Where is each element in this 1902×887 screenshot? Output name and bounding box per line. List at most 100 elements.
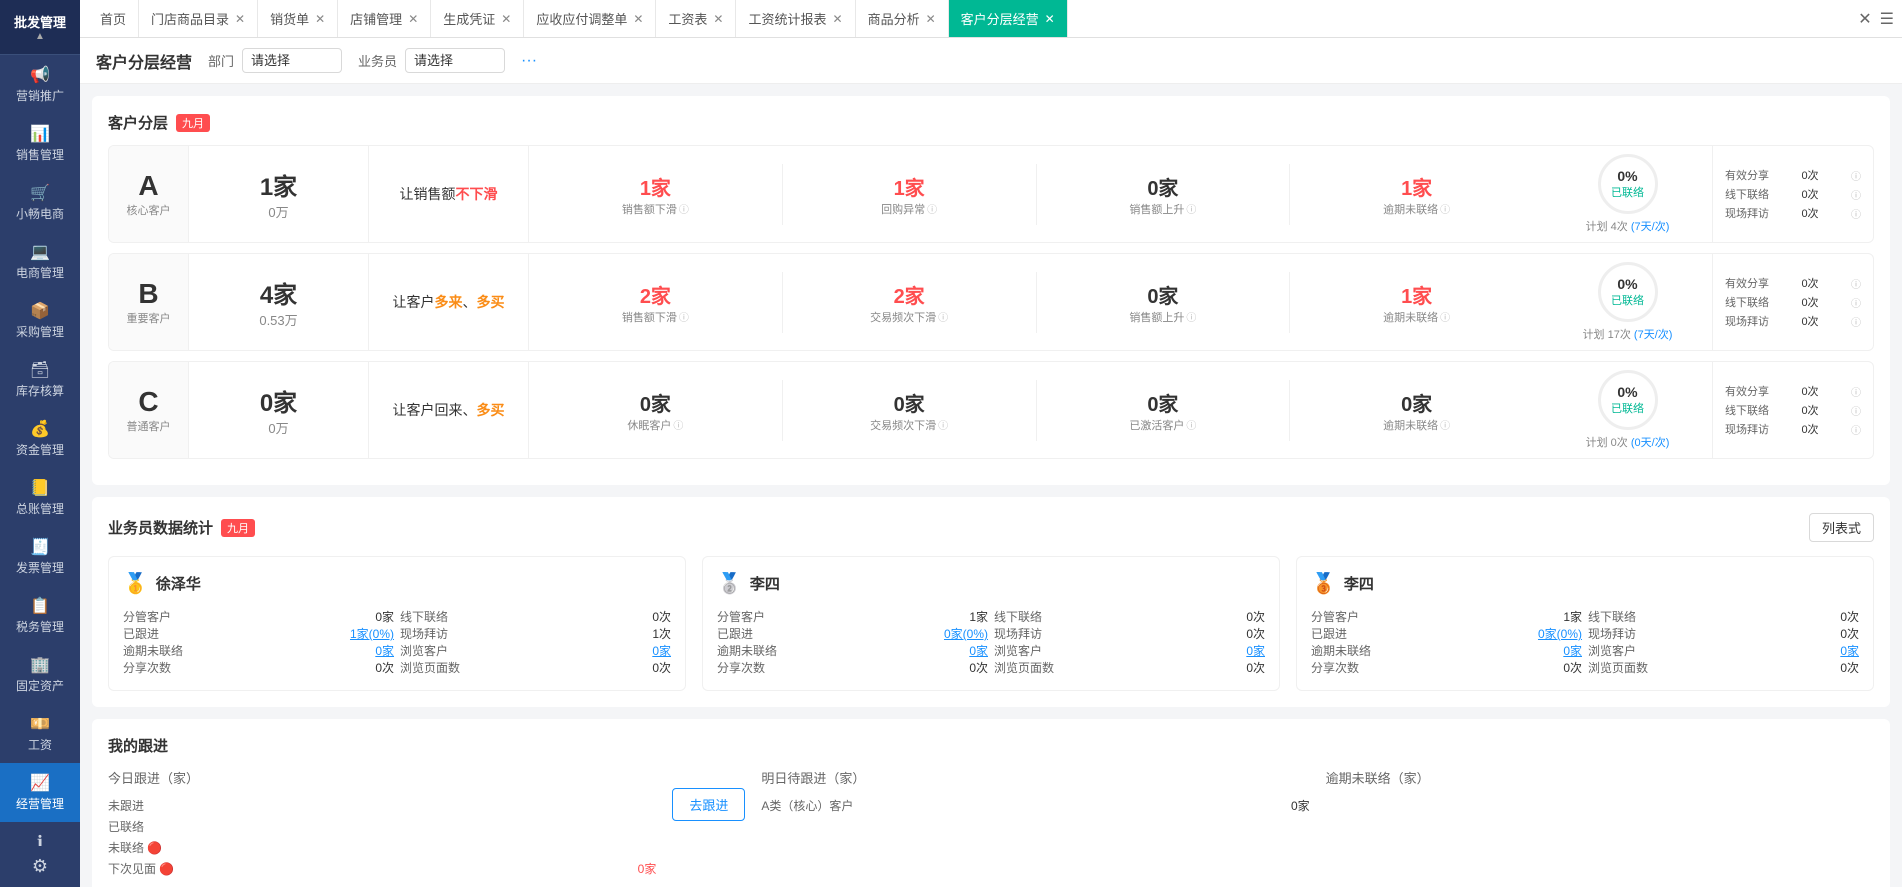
today-followup-col: 今日跟进（家） 未跟进 已联络 未联络 🔴 <box>108 768 656 879</box>
tab-customer-segment[interactable]: 客户分层经营✕ <box>949 0 1068 38</box>
follow-section: 我的跟进 今日跟进（家） 未跟进 已联络 <box>92 719 1890 887</box>
sidebar-item-gongzi[interactable]: 💴工资 <box>0 704 80 763</box>
tier-a-stat-num-3: 1家 <box>1401 172 1432 201</box>
info-icon[interactable]: ⓘ <box>938 309 948 324</box>
side-info-icon-1[interactable]: ⓘ <box>1851 403 1861 418</box>
department-select[interactable]: 请选择 <box>242 48 342 73</box>
biz-stat-right-2-3: 浏览页面数 0次 <box>1588 659 1859 676</box>
sidebar-item-zongzhang[interactable]: 📒总账管理 <box>0 468 80 527</box>
tab-close-voucher[interactable]: ✕ <box>501 12 511 26</box>
more-filters-icon[interactable]: ··· <box>521 52 537 70</box>
biz-stats-header-left: 业务员数据统计 九月 <box>108 517 255 538</box>
side-info-icon-2[interactable]: ⓘ <box>1851 422 1861 437</box>
sidebar-item-kucun[interactable]: 🗃库存核算 <box>0 350 80 409</box>
tier-main-b: 4家 0.53万 <box>189 254 369 350</box>
sidebar-item-jichu[interactable]: ℹ基础信息 <box>0 822 80 846</box>
sidebar-item-caigou[interactable]: 📦采购管理 <box>0 291 80 350</box>
biz-stat-val-2-1-l[interactable]: 0家(0%) <box>1538 625 1582 642</box>
salesperson-select[interactable]: 请选择 <box>405 48 505 73</box>
customer-segment-title: 客户分层 <box>108 112 168 133</box>
biz-stat-val-2-2-l[interactable]: 0家 <box>1563 642 1582 659</box>
biz-stat-val-2-2-r[interactable]: 0家 <box>1840 642 1859 659</box>
tab-salary-report[interactable]: 工资统计报表 ✕ <box>736 0 855 38</box>
tab-salary[interactable]: 工资表 ✕ <box>656 0 736 38</box>
contact-period-a[interactable]: (7天/次) <box>1631 221 1670 233</box>
info-icon[interactable]: ⓘ <box>673 417 683 432</box>
tab-store-products[interactable]: 门店商品目录✕ <box>139 0 258 38</box>
sidebar-item-gudingzichan[interactable]: 🏢固定资产 <box>0 645 80 704</box>
tab-close-product-analysis[interactable]: ✕ <box>926 12 936 26</box>
biz-name-2: 李四 <box>1344 573 1374 594</box>
info-icon[interactable]: ⓘ <box>679 309 689 324</box>
sidebar: 批发管理 ▲ 📢营销推广📊销售管理🛒小畅电商💻电商管理📦采购管理🗃库存核算💰资金… <box>0 0 80 887</box>
tab-close-store-mgmt[interactable]: ✕ <box>408 12 418 26</box>
sidebar-item-jingying[interactable]: 📈经营管理 <box>0 763 80 822</box>
tab-close-salary[interactable]: ✕ <box>713 12 723 26</box>
sidebar-item-dianshang[interactable]: 💻电商管理 <box>0 232 80 291</box>
tab-label-salary: 工资表 <box>668 9 707 28</box>
biz-stats-section: 业务员数据统计 九月 列表式 🥇 徐泽华 分管客户 0家 已跟进 1家(0%) … <box>92 497 1890 707</box>
tab-close-sales-order[interactable]: ✕ <box>315 12 325 26</box>
info-icon[interactable]: ⓘ <box>679 201 689 216</box>
side-info-icon-1[interactable]: ⓘ <box>1851 187 1861 202</box>
side-stat-label-0: 有效分享 <box>1725 275 1769 291</box>
sidebar-item-shuiwu[interactable]: 📋税务管理 <box>0 586 80 645</box>
tab-label-sales-order: 销货单 <box>270 9 309 28</box>
biz-stat-val-0-2-r[interactable]: 0家 <box>652 642 671 659</box>
side-stat-label-2: 现场拜访 <box>1725 421 1769 437</box>
side-info-icon-0[interactable]: ⓘ <box>1851 384 1861 399</box>
tab-label-salary-report: 工资统计报表 <box>748 9 826 28</box>
tab-home[interactable]: 首页 <box>88 0 139 38</box>
biz-stats-month: 九月 <box>221 519 255 537</box>
side-info-icon-2[interactable]: ⓘ <box>1851 314 1861 329</box>
tier-stats-c: 0家 休眠客户 ⓘ 0家 交易频次下滑 ⓘ 0家 已激活客户 ⓘ 0家 逾期未联… <box>529 362 1543 458</box>
side-info-icon-1[interactable]: ⓘ <box>1851 295 1861 310</box>
tab-payable[interactable]: 应收应付调整单✕ <box>524 0 656 38</box>
tab-close-customer-segment[interactable]: ✕ <box>1045 12 1055 26</box>
sidebar-item-xiaodian[interactable]: 🛒小畅电商 <box>0 173 80 232</box>
side-info-icon-0[interactable]: ⓘ <box>1851 168 1861 183</box>
biz-stat-val-1-2-l[interactable]: 0家 <box>969 642 988 659</box>
window-close-icon[interactable]: ✕ <box>1858 9 1871 29</box>
side-info-icon-0[interactable]: ⓘ <box>1851 276 1861 291</box>
info-icon[interactable]: ⓘ <box>1440 201 1450 216</box>
info-icon[interactable]: ⓘ <box>1186 417 1196 432</box>
contact-period-b[interactable]: (7天/次) <box>1634 329 1673 341</box>
side-info-icon-2[interactable]: ⓘ <box>1851 206 1861 221</box>
sidebar-item-zijin[interactable]: 💰资金管理 <box>0 409 80 468</box>
info-icon[interactable]: ⓘ <box>927 201 937 216</box>
biz-stat-right-2-2: 浏览客户 0家 <box>1588 642 1859 659</box>
sidebar-item-yingxiao[interactable]: 📢营销推广 <box>0 55 80 114</box>
tier-b-side-stat-0: 有效分享 0次 ⓘ <box>1725 275 1861 291</box>
sidebar-label-jingying: 经营管理 <box>16 795 64 812</box>
tab-close-salary-report[interactable]: ✕ <box>833 12 843 26</box>
sidebar-item-fapiao[interactable]: 🧾发票管理 <box>0 527 80 586</box>
window-menu-icon[interactable]: ☰ <box>1880 9 1894 29</box>
info-icon[interactable]: ⓘ <box>1186 201 1196 216</box>
info-icon[interactable]: ⓘ <box>938 417 948 432</box>
biz-stat-val-1-1-l[interactable]: 0家(0%) <box>944 625 988 642</box>
tab-voucher[interactable]: 生成凭证✕ <box>431 0 524 38</box>
info-icon[interactable]: ⓘ <box>1440 309 1450 324</box>
biz-stat-val-0-2-l[interactable]: 0家 <box>375 642 394 659</box>
biz-stat-val-1-2-r[interactable]: 0家 <box>1246 642 1265 659</box>
contact-period-c[interactable]: (0天/次) <box>1631 437 1670 449</box>
sidebar-item-xiaoshou[interactable]: 📊销售管理 <box>0 114 80 173</box>
tab-product-analysis[interactable]: 商品分析✕ <box>856 0 949 38</box>
tab-close-payable[interactable]: ✕ <box>633 12 643 26</box>
tab-close-store-products[interactable]: ✕ <box>235 12 245 26</box>
tab-sales-order[interactable]: 销货单 ✕ <box>258 0 338 38</box>
biz-stat-val-0-1-l[interactable]: 1家(0%) <box>350 625 394 642</box>
settings-icon[interactable]: ⚙ <box>0 846 80 887</box>
biz-stat-val-0-0-r: 0次 <box>652 608 671 625</box>
biz-stats-grid-0: 分管客户 0家 已跟进 1家(0%) 逾期未联络 0家 分享次数 0次 线下联络… <box>123 608 671 676</box>
tier-row-a: A 核心客户 1家 0万 让销售额不下滑 1家 销售额下滑 ⓘ 1家 回购异常 … <box>108 145 1874 243</box>
biz-stat-left-0-2: 逾期未联络 0家 <box>123 642 394 659</box>
info-icon[interactable]: ⓘ <box>1440 417 1450 432</box>
goto-followup-button[interactable]: 去跟进 <box>672 788 745 821</box>
info-icon[interactable]: ⓘ <box>1186 309 1196 324</box>
list-view-button[interactable]: 列表式 <box>1809 513 1874 542</box>
tab-store-mgmt[interactable]: 店铺管理✕ <box>338 0 431 38</box>
sidebar-logo[interactable]: 批发管理 ▲ <box>0 0 80 55</box>
sidebar-label-kucun: 库存核算 <box>16 382 64 399</box>
